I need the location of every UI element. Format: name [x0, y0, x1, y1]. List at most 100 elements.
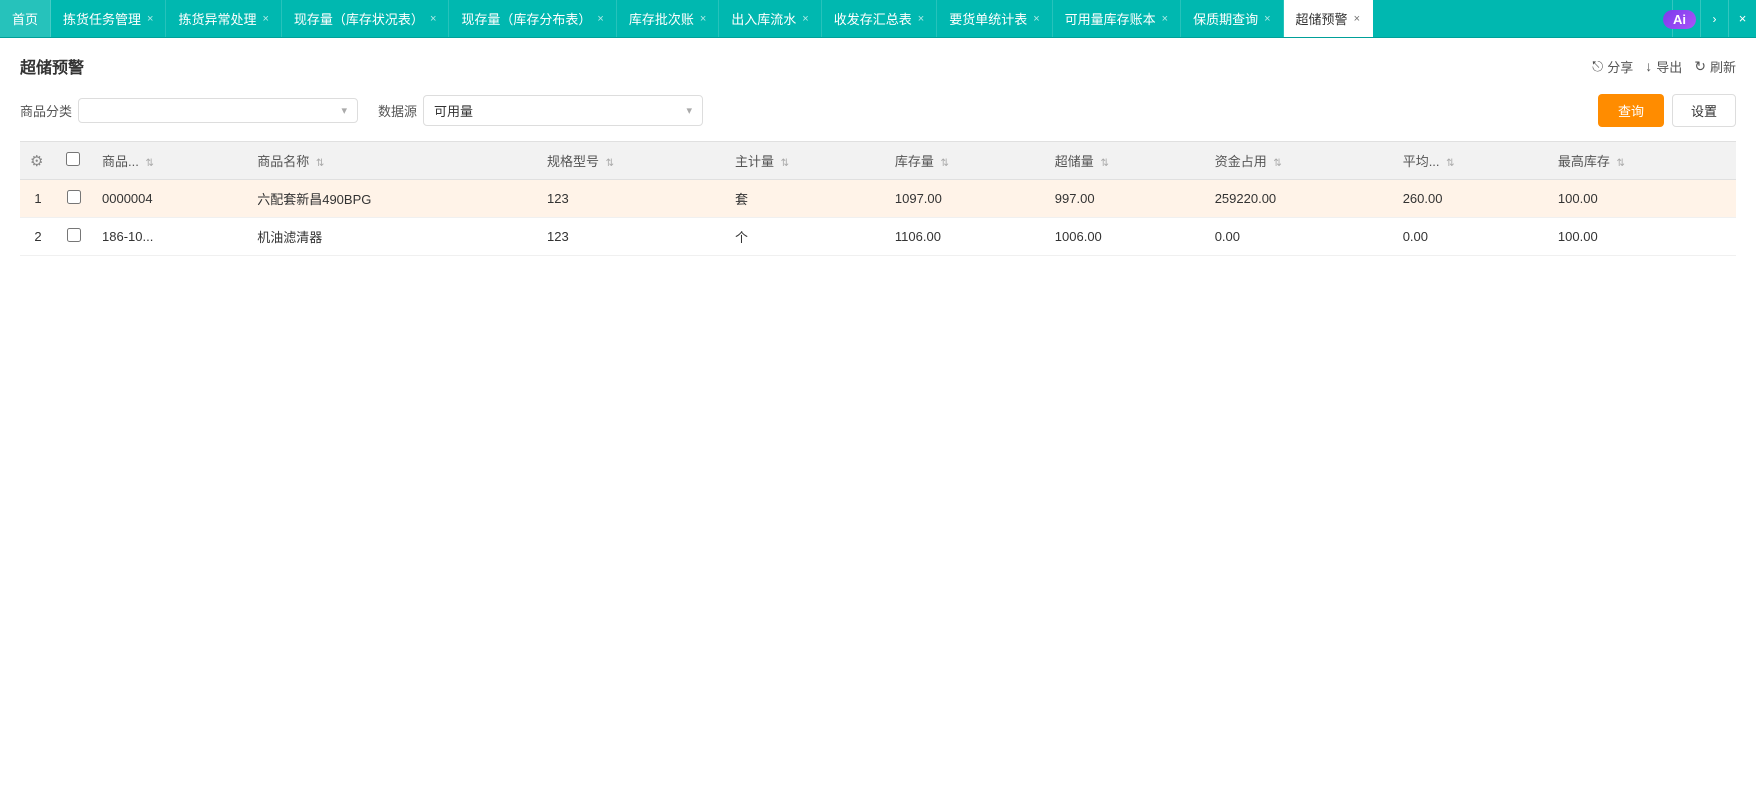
- col-product-code[interactable]: 商品... ⇅: [92, 142, 247, 180]
- nav-item-stock-status[interactable]: 现存量（库存状况表） ×: [282, 0, 449, 38]
- query-button[interactable]: 查询: [1598, 94, 1664, 127]
- sort-overstock-icon: ⇅: [1100, 158, 1108, 169]
- gear-header[interactable]: ⚙: [20, 142, 56, 180]
- nav-item-available[interactable]: 可用量库存账本 ×: [1053, 0, 1181, 38]
- export-icon: ↓: [1645, 58, 1652, 74]
- category-label: 商品分类: [20, 101, 72, 120]
- nav-item-order-stats[interactable]: 要货单统计表 ×: [937, 0, 1052, 38]
- nav-item-shelf-life[interactable]: 保质期查询 ×: [1181, 0, 1283, 38]
- col-stock[interactable]: 库存量 ⇅: [885, 142, 1045, 180]
- sort-max-stock-icon: ⇅: [1617, 158, 1625, 169]
- row1-capital: 259220.00: [1205, 180, 1393, 218]
- nav-item-batch[interactable]: 库存批次账 ×: [617, 0, 719, 38]
- ai-badge[interactable]: Ai: [1663, 10, 1696, 29]
- col-capital[interactable]: 资金占用 ⇅: [1205, 142, 1393, 180]
- table-row: 2 186-10... 机油滤清器 123 个 1106.00 1006.00 …: [20, 218, 1736, 256]
- table-row: 1 0000004 六配套新昌490BPG 123 套 1097.00 997.…: [20, 180, 1736, 218]
- data-table: ⚙ 商品... ⇅ 商品名称 ⇅ 规格型号 ⇅ 主计量: [20, 141, 1736, 256]
- sort-product-name-icon: ⇅: [316, 158, 324, 169]
- datasource-chevron-icon: ▾: [687, 104, 693, 117]
- row1-avg: 260.00: [1393, 180, 1548, 218]
- col-product-name-label: 商品名称: [257, 154, 309, 169]
- top-nav: 首页 拣货任务管理 × 拣货异常处理 × 现存量（库存状况表） × 现存量（库存…: [0, 0, 1756, 38]
- category-select[interactable]: ▾: [78, 98, 358, 123]
- select-all-checkbox[interactable]: [66, 152, 80, 166]
- export-button[interactable]: ↓ 导出: [1645, 57, 1682, 76]
- row2-checkbox[interactable]: [67, 228, 81, 242]
- close-pick-task[interactable]: ×: [147, 13, 153, 25]
- col-unit[interactable]: 主计量 ⇅: [725, 142, 885, 180]
- row1-checkbox[interactable]: [67, 190, 81, 204]
- header-actions: ⎋ 分享 ↓ 导出 ↻ 刷新: [1592, 57, 1736, 76]
- nav-item-summary[interactable]: 收发存汇总表 ×: [822, 0, 937, 38]
- col-unit-label: 主计量: [735, 154, 774, 169]
- row1-checkbox-cell[interactable]: [56, 180, 92, 218]
- refresh-icon: ↻: [1694, 58, 1706, 75]
- col-overstock-label: 超储量: [1055, 154, 1094, 169]
- sort-unit-icon: ⇅: [781, 158, 789, 169]
- col-max-stock[interactable]: 最高库存 ⇅: [1548, 142, 1736, 180]
- filter-bar: 商品分类 ▾ 数据源 可用量 ▾ 查询 设置: [20, 94, 1736, 127]
- row2-checkbox-cell[interactable]: [56, 218, 92, 256]
- col-product-code-label: 商品...: [102, 154, 139, 169]
- sort-capital-icon: ⇅: [1273, 158, 1281, 169]
- row1-overstock: 997.00: [1045, 180, 1205, 218]
- row2-overstock: 1006.00: [1045, 218, 1205, 256]
- row2-capital: 0.00: [1205, 218, 1393, 256]
- col-capital-label: 资金占用: [1215, 154, 1267, 169]
- sort-spec-icon: ⇅: [606, 158, 614, 169]
- row2-product-code: 186-10...: [92, 218, 247, 256]
- datasource-filter: 数据源 可用量 ▾: [378, 95, 703, 126]
- col-avg[interactable]: 平均... ⇅: [1393, 142, 1548, 180]
- nav-item-stock-dist[interactable]: 现存量（库存分布表） ×: [449, 0, 616, 38]
- close-shelf-life[interactable]: ×: [1264, 13, 1270, 25]
- nav-item-pick-exception[interactable]: 拣货异常处理 ×: [166, 0, 281, 38]
- close-order-stats[interactable]: ×: [1033, 13, 1039, 25]
- col-overstock[interactable]: 超储量 ⇅: [1045, 142, 1205, 180]
- col-avg-label: 平均...: [1403, 154, 1440, 169]
- checkbox-header[interactable]: [56, 142, 92, 180]
- category-filter: 商品分类 ▾: [20, 98, 358, 123]
- datasource-select[interactable]: 可用量 ▾: [423, 95, 703, 126]
- close-inout[interactable]: ×: [802, 13, 808, 25]
- nav-item-inout[interactable]: 出入库流水 ×: [719, 0, 821, 38]
- row2-max-stock: 100.00: [1548, 218, 1736, 256]
- row1-stock: 1097.00: [885, 180, 1045, 218]
- close-pick-exception[interactable]: ×: [262, 13, 268, 25]
- row1-max-stock: 100.00: [1548, 180, 1736, 218]
- close-summary[interactable]: ×: [918, 13, 924, 25]
- nav-arrow-right[interactable]: ›: [1700, 0, 1728, 38]
- row2-avg: 0.00: [1393, 218, 1548, 256]
- row2-unit: 个: [725, 218, 885, 256]
- datasource-label: 数据源: [378, 101, 417, 120]
- col-product-name[interactable]: 商品名称 ⇅: [247, 142, 537, 180]
- row2-spec: 123: [537, 218, 725, 256]
- row2-product-name: 机油滤清器: [247, 218, 537, 256]
- row2-num: 2: [20, 218, 56, 256]
- nav-item-home[interactable]: 首页: [0, 0, 51, 38]
- close-stock-status[interactable]: ×: [430, 13, 436, 25]
- main-content: 超储预警 ⎋ 分享 ↓ 导出 ↻ 刷新 商品分类 ▾ 数据源: [0, 38, 1756, 800]
- col-spec[interactable]: 规格型号 ⇅: [537, 142, 725, 180]
- filter-buttons: 查询 设置: [1598, 94, 1736, 127]
- row1-num: 1: [20, 180, 56, 218]
- row1-unit: 套: [725, 180, 885, 218]
- col-spec-label: 规格型号: [547, 154, 599, 169]
- table-header-row: ⚙ 商品... ⇅ 商品名称 ⇅ 规格型号 ⇅ 主计量: [20, 142, 1736, 180]
- datasource-value: 可用量: [434, 101, 473, 120]
- settings-button[interactable]: 设置: [1672, 94, 1736, 127]
- nav-item-pick-task[interactable]: 拣货任务管理 ×: [51, 0, 166, 38]
- page-title: 超储预警: [20, 54, 84, 78]
- refresh-button[interactable]: ↻ 刷新: [1694, 57, 1736, 76]
- row1-spec: 123: [537, 180, 725, 218]
- close-overstock[interactable]: ×: [1354, 13, 1360, 25]
- page-header: 超储预警 ⎋ 分享 ↓ 导出 ↻ 刷新: [20, 54, 1736, 78]
- nav-arrow-close-tab[interactable]: ×: [1728, 0, 1756, 38]
- close-available[interactable]: ×: [1162, 13, 1168, 25]
- nav-item-overstock[interactable]: 超储预警 ×: [1284, 0, 1373, 38]
- close-stock-dist[interactable]: ×: [597, 13, 603, 25]
- close-batch[interactable]: ×: [700, 13, 706, 25]
- gear-icon: ⚙: [30, 153, 43, 170]
- share-icon: ⎋: [1592, 58, 1603, 75]
- share-button[interactable]: ⎋ 分享: [1592, 57, 1633, 76]
